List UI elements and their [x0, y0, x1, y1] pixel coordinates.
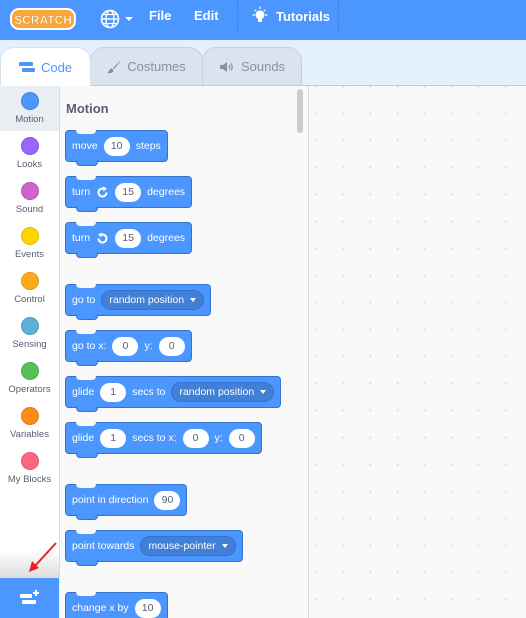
- category-dot: [20, 92, 39, 110]
- block-point-towards[interactable]: point towards mouse-pointer: [65, 530, 243, 566]
- block-palette: Motion move 10 steps turn 15 degrees tur…: [60, 86, 309, 618]
- palette-scrollbar[interactable]: [297, 89, 303, 133]
- category-dot: [20, 362, 39, 380]
- tab-sounds[interactable]: Sounds: [202, 47, 302, 85]
- target-dropdown[interactable]: random position: [171, 382, 275, 402]
- menu-divider: [338, 0, 339, 32]
- scratch-logo[interactable]: SCRATCH: [9, 7, 77, 31]
- target-dropdown[interactable]: mouse-pointer: [140, 536, 236, 556]
- category-sound[interactable]: Sound: [0, 176, 59, 221]
- block-turn-left[interactable]: turn 15 degrees: [65, 222, 193, 258]
- dropdown-caret-icon: [221, 544, 228, 548]
- block-point-in-direction[interactable]: point in direction 90: [65, 484, 188, 520]
- add-extension-icon: [19, 590, 39, 604]
- secs-input[interactable]: 1: [100, 428, 127, 448]
- category-my-blocks[interactable]: My Blocks: [0, 446, 59, 491]
- menu-bar: SCRATCH File Edit Tutorials: [0, 0, 526, 40]
- menu-divider: [237, 0, 238, 32]
- category-menu: Motion Looks Sound Events Control Sensin…: [0, 86, 60, 578]
- direction-input[interactable]: 90: [154, 490, 181, 510]
- rotate-left-icon: [97, 232, 108, 243]
- degrees-input[interactable]: 15: [115, 228, 142, 248]
- palette-section-title: Motion: [66, 101, 109, 116]
- category-dot: [20, 137, 39, 155]
- brush-icon: [107, 60, 121, 73]
- secs-input[interactable]: 1: [100, 382, 127, 402]
- category-dot: [20, 452, 39, 470]
- category-looks[interactable]: Looks: [0, 131, 59, 176]
- add-extension-button[interactable]: [0, 578, 59, 618]
- chevron-down-icon: [125, 17, 133, 21]
- block-go-to[interactable]: go to random position: [65, 284, 212, 320]
- rotate-right-icon: [97, 186, 108, 197]
- degrees-input[interactable]: 15: [115, 182, 142, 202]
- script-workspace[interactable]: [309, 86, 526, 618]
- tab-sounds-label: Sounds: [240, 59, 286, 74]
- lightbulb-icon: [252, 6, 268, 22]
- category-events[interactable]: Events: [0, 221, 59, 266]
- block-turn-right[interactable]: turn 15 degrees: [65, 176, 193, 212]
- category-control[interactable]: Control: [0, 266, 59, 311]
- block-change-x[interactable]: change x by 10: [65, 592, 168, 618]
- category-dot: [20, 317, 39, 335]
- category-dot: [20, 227, 39, 245]
- tutorials-label: Tutorials: [276, 8, 330, 24]
- code-icon: [18, 62, 35, 72]
- category-dot: [20, 407, 39, 425]
- y-input[interactable]: 0: [228, 428, 255, 448]
- tab-costumes[interactable]: Costumes: [90, 47, 203, 85]
- block-glide-to-xy[interactable]: glide 1 secs to x: 0 y: 0: [65, 422, 262, 458]
- category-dot: [20, 182, 39, 200]
- tab-code-label: Code: [40, 59, 73, 75]
- x-input[interactable]: 0: [112, 336, 139, 356]
- target-dropdown[interactable]: random position: [101, 290, 205, 310]
- edit-menu[interactable]: Edit: [194, 0, 219, 40]
- y-input[interactable]: 0: [158, 336, 185, 356]
- globe-icon: [100, 9, 120, 29]
- category-variables[interactable]: Variables: [0, 401, 59, 446]
- category-sensing[interactable]: Sensing: [0, 311, 59, 356]
- editor-tabs: Code Costumes Sounds: [0, 40, 526, 86]
- category-motion[interactable]: Motion: [0, 86, 59, 131]
- svg-text:SCRATCH: SCRATCH: [14, 13, 72, 27]
- tab-costumes-label: Costumes: [127, 59, 186, 74]
- change-x-input[interactable]: 10: [134, 598, 161, 618]
- tab-code[interactable]: Code: [0, 47, 91, 86]
- category-operators[interactable]: Operators: [0, 356, 59, 401]
- block-go-to-xy[interactable]: go to x: 0 y: 0: [65, 330, 192, 366]
- speaker-icon: [219, 61, 233, 72]
- x-input[interactable]: 0: [182, 428, 209, 448]
- file-menu[interactable]: File: [149, 0, 171, 40]
- block-move-steps[interactable]: move 10 steps: [65, 130, 168, 166]
- category-dot: [20, 272, 39, 290]
- tutorials-button[interactable]: Tutorials: [250, 0, 330, 32]
- steps-input[interactable]: 10: [103, 136, 130, 156]
- category-fade: [0, 550, 59, 578]
- dropdown-caret-icon: [190, 298, 197, 302]
- block-glide-to[interactable]: glide 1 secs to random position: [65, 376, 282, 412]
- language-menu[interactable]: [100, 7, 134, 31]
- dropdown-caret-icon: [260, 390, 267, 394]
